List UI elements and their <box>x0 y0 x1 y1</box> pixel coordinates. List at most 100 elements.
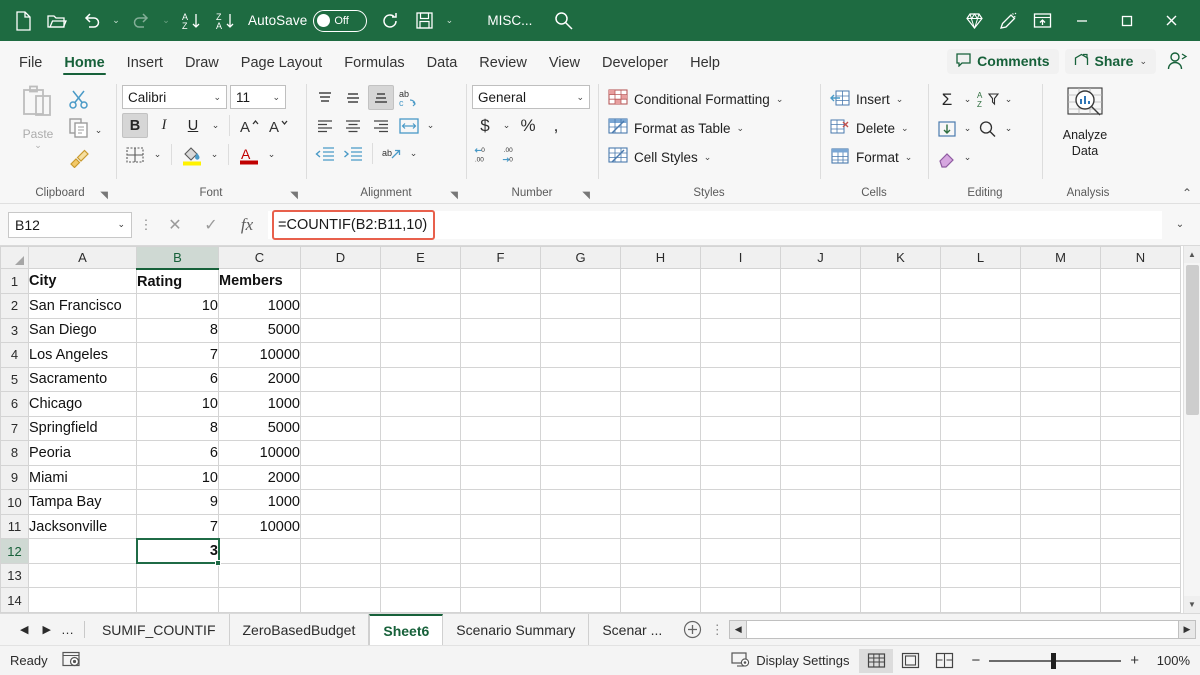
sheet-tab-zerobasedbudget[interactable]: ZeroBasedBudget <box>230 614 370 645</box>
formula-bar-grip[interactable]: ⋮ <box>138 217 154 233</box>
cell-a8[interactable]: Peoria <box>28 440 137 466</box>
minimize-button[interactable] <box>1059 0 1104 41</box>
cell-l13[interactable] <box>940 562 1021 589</box>
cell-j4[interactable] <box>780 342 861 368</box>
column-header-k[interactable]: K <box>860 246 941 270</box>
paste-caret-icon[interactable]: ⌄ <box>34 141 42 150</box>
cell-b14[interactable] <box>136 587 219 613</box>
close-button[interactable] <box>1149 0 1194 41</box>
cell-j3[interactable] <box>780 317 861 344</box>
name-box-caret-icon[interactable]: ⌄ <box>117 219 125 230</box>
format-as-table-caret-icon[interactable]: ⌄ <box>737 123 745 134</box>
cell-d14[interactable] <box>300 587 381 613</box>
increase-indent-icon[interactable] <box>340 141 366 166</box>
row-header-9[interactable]: 9 <box>0 464 29 491</box>
column-header-n[interactable]: N <box>1100 246 1181 270</box>
font-color-icon[interactable]: A <box>236 142 262 167</box>
cell-k11[interactable] <box>860 513 941 540</box>
cell-j10[interactable] <box>780 489 861 515</box>
cell-b9[interactable]: 10 <box>136 464 219 491</box>
cell-n5[interactable] <box>1100 366 1181 393</box>
cell-g8[interactable] <box>540 440 621 466</box>
cell-f6[interactable] <box>460 391 541 417</box>
align-top-icon[interactable] <box>312 85 338 110</box>
cell-c6[interactable]: 1000 <box>218 391 301 417</box>
enter-formula-button[interactable]: ✓ <box>196 212 226 238</box>
tab-view[interactable]: View <box>538 52 591 79</box>
cell-d11[interactable] <box>300 513 381 540</box>
cell-h11[interactable] <box>620 513 701 540</box>
cell-n2[interactable] <box>1100 293 1181 319</box>
zoom-in-button[interactable]: + <box>1130 652 1139 669</box>
tab-home[interactable]: Home <box>53 52 115 79</box>
cell-m11[interactable] <box>1020 513 1101 540</box>
column-header-d[interactable]: D <box>300 246 381 270</box>
font-dialog-launcher[interactable]: ◥ <box>290 190 298 201</box>
zoom-out-button[interactable]: − <box>971 652 980 669</box>
cell-k8[interactable] <box>860 440 941 466</box>
vertical-scroll-thumb[interactable] <box>1185 265 1199 415</box>
cell-d2[interactable] <box>300 293 381 319</box>
find-select-icon[interactable] <box>975 116 1001 141</box>
cell-n14[interactable] <box>1100 587 1181 613</box>
cell-l14[interactable] <box>940 587 1021 613</box>
column-header-i[interactable]: I <box>700 246 781 270</box>
cell-n11[interactable] <box>1100 513 1181 540</box>
diamond-icon[interactable] <box>957 6 991 36</box>
cell-m14[interactable] <box>1020 587 1101 613</box>
row-header-10[interactable]: 10 <box>0 489 29 515</box>
cell-k10[interactable] <box>860 489 941 515</box>
cell-j6[interactable] <box>780 391 861 417</box>
share-caret-icon[interactable]: ⌄ <box>1139 56 1147 67</box>
cell-h7[interactable] <box>620 415 701 442</box>
cell-f2[interactable] <box>460 293 541 319</box>
cell-g5[interactable] <box>540 366 621 393</box>
cell-c11[interactable]: 10000 <box>218 513 301 540</box>
cell-b7[interactable]: 8 <box>136 415 219 442</box>
font-size-caret-icon[interactable]: ⌄ <box>272 92 280 103</box>
cell-l6[interactable] <box>940 391 1021 417</box>
sheet-tab-sumif-countif[interactable]: SUMIF_COUNTIF <box>89 614 230 645</box>
cell-i10[interactable] <box>700 489 781 515</box>
cell-m1[interactable] <box>1020 268 1101 295</box>
number-format-combo[interactable]: General ⌄ <box>472 85 590 109</box>
cell-d12[interactable] <box>300 538 381 564</box>
select-all-corner[interactable] <box>0 246 29 270</box>
cell-a14[interactable] <box>28 587 137 613</box>
cell-j7[interactable] <box>780 415 861 442</box>
tab-data[interactable]: Data <box>416 52 469 79</box>
customize-quick-access-caret[interactable]: ⌄ <box>441 15 457 26</box>
cell-k1[interactable] <box>860 268 941 295</box>
row-header-14[interactable]: 14 <box>0 587 29 613</box>
cell-e5[interactable] <box>380 366 461 393</box>
cell-i5[interactable] <box>700 366 781 393</box>
copy-caret-icon[interactable]: ⌄ <box>92 125 105 136</box>
cell-a11[interactable]: Jacksonville <box>28 513 137 540</box>
scroll-up-button[interactable]: ▲ <box>1183 246 1200 263</box>
cell-f11[interactable] <box>460 513 541 540</box>
insert-cells-button[interactable]: Insert ⌄ <box>826 85 916 113</box>
cell-c10[interactable]: 1000 <box>218 489 301 515</box>
shrink-font-button[interactable]: A <box>266 113 292 138</box>
zoom-slider-track[interactable] <box>989 652 1122 669</box>
cell-n8[interactable] <box>1100 440 1181 466</box>
comments-button[interactable]: Comments <box>947 48 1059 74</box>
cell-j8[interactable] <box>780 440 861 466</box>
cell-i1[interactable] <box>700 268 781 295</box>
column-header-j[interactable]: J <box>780 246 861 270</box>
cell-a13[interactable] <box>28 562 137 589</box>
cell-e13[interactable] <box>380 562 461 589</box>
cell-g14[interactable] <box>540 587 621 613</box>
cell-h2[interactable] <box>620 293 701 319</box>
alignment-dialog-launcher[interactable]: ◥ <box>450 190 458 201</box>
column-header-m[interactable]: M <box>1020 246 1101 270</box>
cell-k3[interactable] <box>860 317 941 344</box>
cell-d8[interactable] <box>300 440 381 466</box>
cell-b2[interactable]: 10 <box>136 293 219 319</box>
cell-h10[interactable] <box>620 489 701 515</box>
cell-g13[interactable] <box>540 562 621 589</box>
cell-styles-caret-icon[interactable]: ⌄ <box>704 152 712 163</box>
cell-n1[interactable] <box>1100 268 1181 295</box>
cell-f12[interactable] <box>460 538 541 564</box>
cell-n10[interactable] <box>1100 489 1181 515</box>
